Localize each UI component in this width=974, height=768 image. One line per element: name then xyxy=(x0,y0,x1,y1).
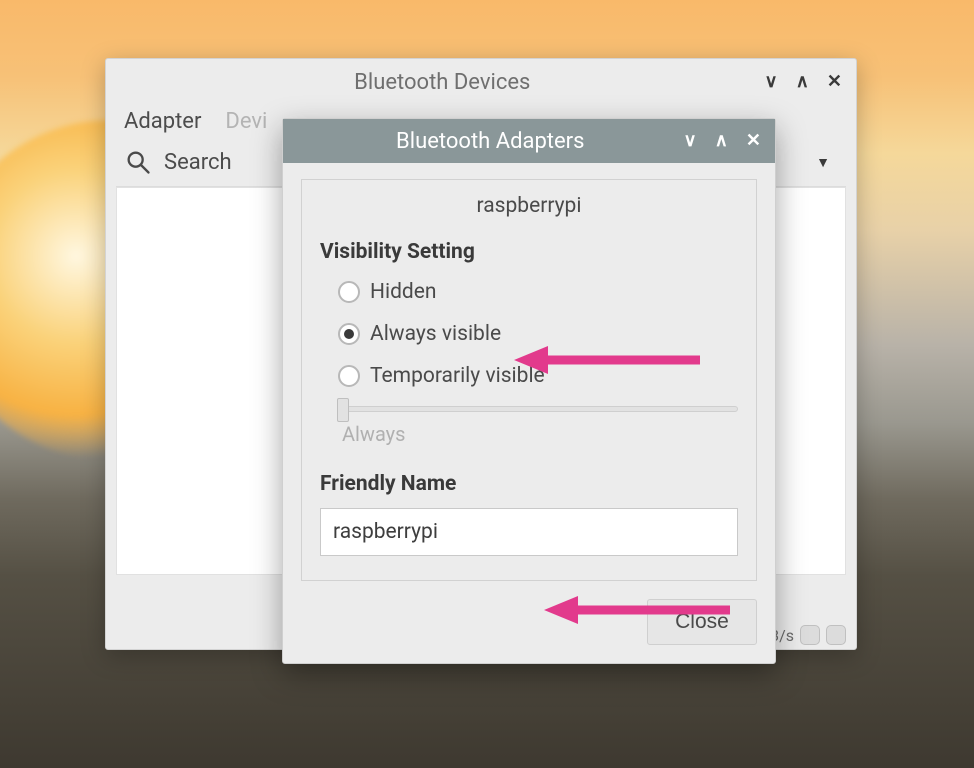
status-indicator-1 xyxy=(800,625,820,645)
slider-thumb[interactable] xyxy=(337,398,349,422)
close-icon[interactable]: ✕ xyxy=(746,132,761,150)
chevron-down-icon[interactable]: ∨ xyxy=(684,132,697,150)
radio-always-label: Always visible xyxy=(370,322,501,346)
visibility-radio-group: Hidden Always visible Temporarily visibl… xyxy=(320,280,738,388)
search-label: Search xyxy=(164,150,232,175)
radio-always-visible[interactable]: Always visible xyxy=(338,322,738,346)
radio-icon-selected xyxy=(338,323,360,345)
adapters-dialog-title: Bluetooth Adapters xyxy=(297,129,684,154)
radio-hidden[interactable]: Hidden xyxy=(338,280,738,304)
chevron-down-icon[interactable]: ∨ xyxy=(765,73,778,91)
visibility-heading: Visibility Setting xyxy=(320,240,738,264)
chevron-up-icon[interactable]: ∧ xyxy=(715,132,728,150)
slider-label: Always xyxy=(338,422,738,446)
chevron-up-icon[interactable]: ∧ xyxy=(796,73,809,91)
radio-temporarily-visible[interactable]: Temporarily visible xyxy=(338,364,738,388)
menu-device-partial[interactable]: Devi xyxy=(225,109,267,134)
menu-adapter[interactable]: Adapter xyxy=(124,109,201,134)
bluetooth-adapters-dialog: Bluetooth Adapters ∨ ∧ ✕ raspberrypi Vis… xyxy=(282,118,776,664)
status-indicator-2 xyxy=(826,625,846,645)
search-button[interactable]: Search xyxy=(124,148,232,176)
radio-icon xyxy=(338,365,360,387)
devices-statusbar: 3/s xyxy=(770,625,846,645)
friendly-name-input[interactable] xyxy=(320,508,738,556)
friendly-name-heading: Friendly Name xyxy=(320,472,738,496)
visibility-duration-slider[interactable] xyxy=(338,406,738,412)
close-icon[interactable]: ✕ xyxy=(827,73,842,91)
search-icon xyxy=(124,148,152,176)
current-adapter-name: raspberrypi xyxy=(320,194,738,218)
radio-hidden-label: Hidden xyxy=(370,280,437,304)
radio-temporary-label: Temporarily visible xyxy=(370,364,545,388)
close-button[interactable]: Close xyxy=(647,599,757,645)
devices-window-title: Bluetooth Devices xyxy=(120,70,765,95)
radio-icon xyxy=(338,281,360,303)
toolbar-dropdown[interactable]: ▼ xyxy=(816,154,830,171)
adapters-titlebar[interactable]: Bluetooth Adapters ∨ ∧ ✕ xyxy=(283,119,775,163)
adapters-content: raspberrypi Visibility Setting Hidden Al… xyxy=(301,179,757,581)
devices-titlebar[interactable]: Bluetooth Devices ∨ ∧ ✕ xyxy=(106,59,856,105)
